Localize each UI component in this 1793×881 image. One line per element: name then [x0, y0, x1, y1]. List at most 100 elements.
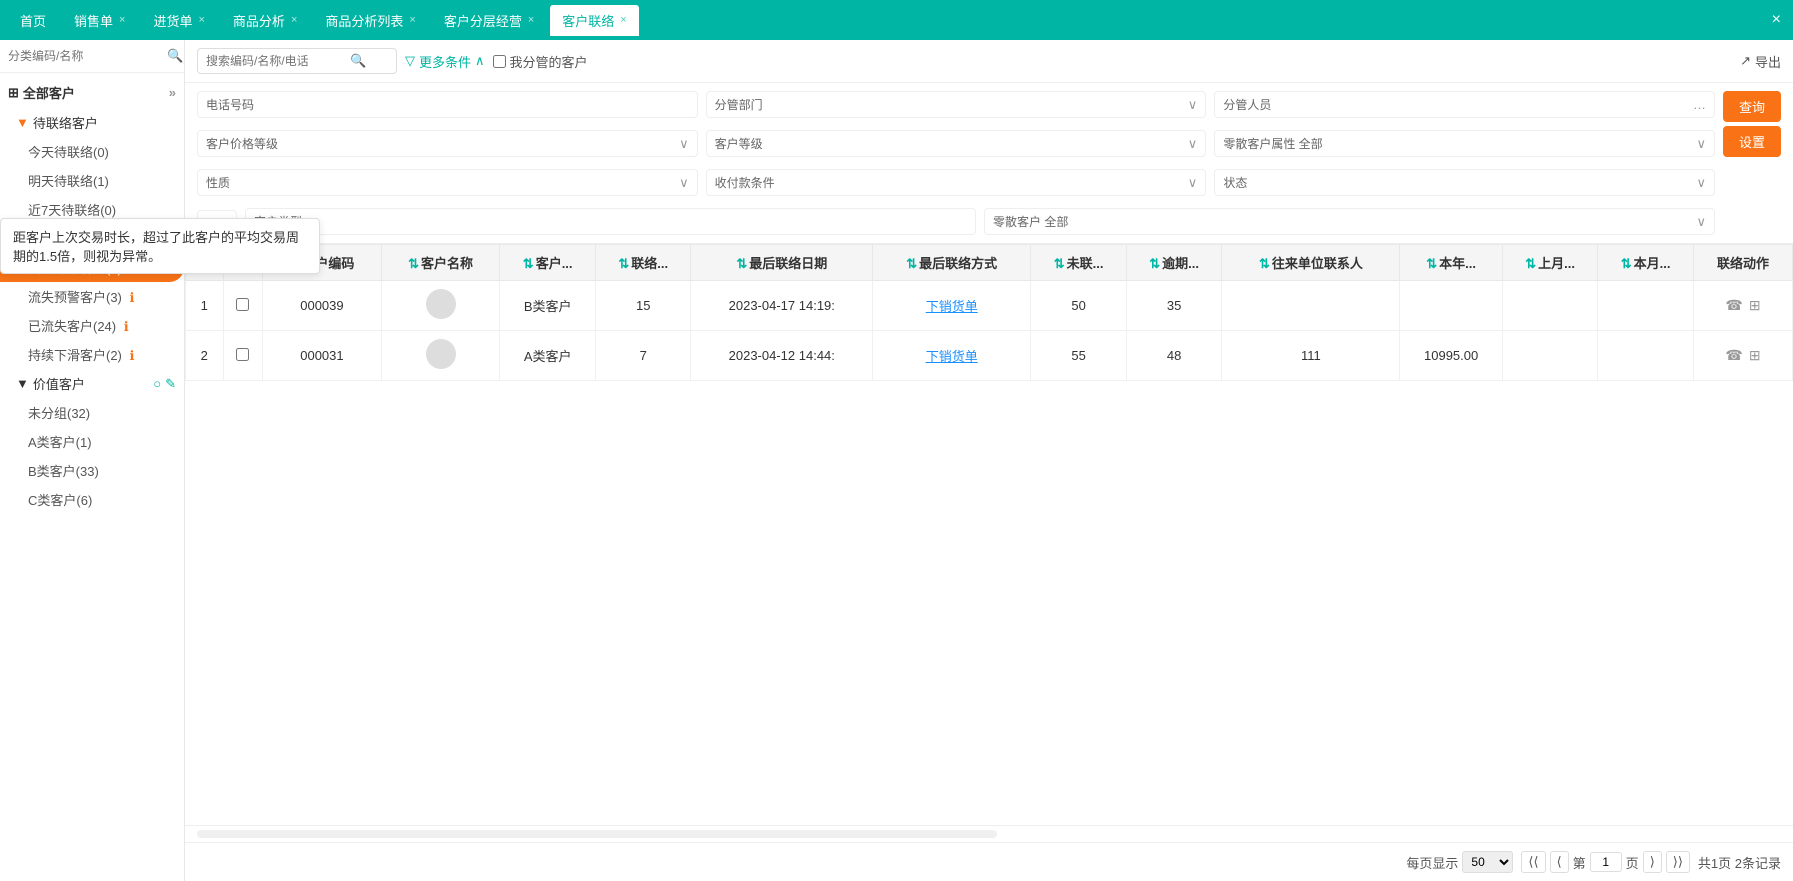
my-customers-check[interactable] — [493, 55, 506, 68]
filter-customer-type[interactable]: 客户类型 — [245, 208, 976, 235]
close-sales-tab[interactable]: × — [119, 14, 125, 26]
sidebar-churn-warning[interactable]: 流失预警客户(3) ℹ — [0, 282, 184, 311]
filter-manager[interactable]: 分管人员 … — [1214, 91, 1715, 118]
export-icon: ↗ — [1740, 53, 1751, 69]
row2-action-phone[interactable]: ☎ — [1725, 347, 1742, 364]
circle-icon[interactable]: ○ — [153, 376, 161, 392]
row1-uncontacted: 50 — [1031, 281, 1127, 331]
tab-home[interactable]: 首页 — [8, 5, 58, 36]
row2-last-method[interactable]: 下销货单 — [873, 331, 1031, 381]
row1-last-method[interactable]: 下销货单 — [873, 281, 1031, 331]
query-button[interactable]: 查询 — [1723, 91, 1781, 122]
filter-row-1: 电话号码 分管部门 ∨ 分管人员 … — [197, 91, 1715, 118]
page-number-input[interactable] — [1590, 852, 1622, 872]
filter-scatter-attr[interactable]: 零散客户属性 全部 ∨ — [1214, 130, 1715, 157]
sort-indicator5: ⇅ — [736, 256, 747, 271]
manager-dropdown-icon: … — [1693, 97, 1706, 112]
per-page-select[interactable]: 50 100 200 — [1462, 851, 1513, 873]
close-purchase-tab[interactable]: × — [198, 14, 204, 26]
row2-name — [381, 331, 500, 381]
tab-customer-tier[interactable]: 客户分层经营 × — [432, 5, 546, 36]
next-page-button[interactable]: ⟩ — [1643, 851, 1662, 873]
row1-name — [381, 281, 500, 331]
last-month-col-header[interactable]: ⇅上月... — [1502, 245, 1598, 281]
main-search-icon[interactable]: 🔍 — [350, 53, 366, 69]
close-customer-contact-tab[interactable]: × — [620, 14, 626, 26]
last-method-col-header[interactable]: ⇅最后联络方式 — [873, 245, 1031, 281]
filter-dept[interactable]: 分管部门 ∨ — [706, 91, 1207, 118]
close-analysis-list-tab[interactable]: × — [409, 14, 415, 26]
info-icon3: ℹ — [124, 319, 129, 334]
sidebar-waiting-group[interactable]: ▼ 待联络客户 — [0, 108, 184, 137]
payment-dropdown: ∨ — [1188, 175, 1198, 191]
row2-action-link[interactable]: ⊞ — [1749, 347, 1761, 364]
horizontal-scrollbar[interactable] — [197, 830, 997, 838]
sidebar-search-bar: 🔍 — [0, 40, 184, 73]
tab-customer-contact[interactable]: 客户联络 × — [550, 5, 638, 36]
type-col-header[interactable]: ⇅客户... — [500, 245, 596, 281]
first-page-button[interactable]: ⟨⟨ — [1521, 851, 1545, 873]
sidebar-class-b[interactable]: B类客户(33) — [0, 456, 184, 485]
row2-last-date: 2023-04-12 14:44: — [691, 331, 873, 381]
status-dropdown: ∨ — [1696, 175, 1706, 191]
prev-page-button[interactable]: ⟨ — [1550, 851, 1569, 873]
filter-nature[interactable]: 性质 ∨ — [197, 169, 698, 196]
filter-price-level[interactable]: 客户价格等级 ∨ — [197, 130, 698, 157]
tab-analysis-list[interactable]: 商品分析列表 × — [313, 5, 427, 36]
content-area: 🔍 ▽ 更多条件 ∧ 我分管的客户 ↗ 导出 — [185, 40, 1793, 881]
name-col-header[interactable]: ⇅客户名称 — [381, 245, 500, 281]
this-month-col-header[interactable]: ⇅本月... — [1598, 245, 1694, 281]
sidebar-class-c[interactable]: C类客户(6) — [0, 485, 184, 514]
sidebar-today-contact[interactable]: 今天待联络(0) — [0, 137, 184, 166]
row2-this-year: 10995.00 — [1400, 331, 1502, 381]
table-row: 2 000031 A类客户 7 2023-04-12 14:44: 下销货单 5… — [186, 331, 1793, 381]
filter-status[interactable]: 状态 ∨ — [1214, 169, 1715, 196]
pagination-bar: 每页显示 50 100 200 ⟨⟨ ⟨ 第 页 ⟩ ⟩⟩ 共1页 2条记录 — [185, 842, 1793, 881]
this-year-col-header[interactable]: ⇅本年... — [1400, 245, 1502, 281]
filter-payment[interactable]: 收付款条件 ∨ — [706, 169, 1207, 196]
filter-customer-level[interactable]: 客户等级 ∨ — [706, 130, 1207, 157]
overdue-col-header[interactable]: ⇅逾期... — [1126, 245, 1222, 281]
row1-action-link[interactable]: ⊞ — [1749, 297, 1761, 314]
filter-phone[interactable]: 电话号码 — [197, 91, 698, 118]
last-page-button[interactable]: ⟩⟩ — [1666, 851, 1690, 873]
sort-indicator6: ⇅ — [906, 256, 917, 271]
more-conditions-toggle[interactable]: ▽ 更多条件 ∧ — [405, 52, 485, 71]
row1-actions: ☎ ⊞ — [1693, 281, 1792, 331]
filter-scatter-customer[interactable]: 零散客户 全部 ∨ — [984, 208, 1715, 235]
sidebar-tomorrow-contact[interactable]: 明天待联络(1) — [0, 166, 184, 195]
sidebar-ungrouped[interactable]: 未分组(32) — [0, 398, 184, 427]
table-body: 1 000039 B类客户 15 2023-04-17 14:19: 下销货单 … — [186, 281, 1793, 381]
edit-icon[interactable]: ✎ — [165, 376, 176, 392]
export-button[interactable]: ↗ 导出 — [1740, 52, 1781, 71]
table-header: ⚙ ⇅客户编码 ⇅客户名称 ⇅客户... ⇅联络... — [186, 245, 1793, 281]
row1-contact2 — [1222, 281, 1400, 331]
sidebar-search-input[interactable] — [8, 49, 163, 63]
row2-checkbox[interactable] — [223, 331, 263, 381]
contact2-col-header[interactable]: ⇅往来单位联系人 — [1222, 245, 1400, 281]
sidebar-class-a[interactable]: A类客户(1) — [0, 427, 184, 456]
uncontacted-col-header[interactable]: ⇅未联... — [1031, 245, 1127, 281]
close-customer-tier-tab[interactable]: × — [528, 14, 534, 26]
tab-purchase[interactable]: 进货单 × — [141, 5, 216, 36]
contact-col-header[interactable]: ⇅联络... — [595, 245, 691, 281]
row1-action-phone[interactable]: ☎ — [1725, 297, 1742, 314]
main-search-input[interactable] — [206, 54, 346, 68]
filter-row-4: ... 客户类型 零散客户 全部 ∨ — [197, 208, 1715, 235]
close-all-tabs[interactable]: × — [1772, 11, 1781, 29]
tab-analysis[interactable]: 商品分析 × — [221, 5, 309, 36]
tab-sales[interactable]: 销售单 × — [62, 5, 137, 36]
my-customers-checkbox[interactable]: 我分管的客户 — [493, 52, 588, 71]
horizontal-scroll-area[interactable] — [185, 825, 1793, 842]
sidebar-search-icon[interactable]: 🔍 — [167, 48, 183, 64]
row1-checkbox[interactable] — [223, 281, 263, 331]
arrow-down-icon: ▼ — [16, 115, 29, 130]
close-analysis-tab[interactable]: × — [291, 14, 297, 26]
last-date-col-header[interactable]: ⇅最后联络日期 — [691, 245, 873, 281]
sidebar-declining[interactable]: 持续下滑客户(2) ℹ — [0, 340, 184, 369]
sidebar-collapse-icon[interactable]: » — [169, 85, 176, 100]
info-icon2: ℹ — [130, 290, 135, 305]
row2-uncontacted: 55 — [1031, 331, 1127, 381]
settings-button[interactable]: 设置 — [1723, 126, 1781, 157]
sidebar-churned[interactable]: 已流失客户(24) ℹ — [0, 311, 184, 340]
